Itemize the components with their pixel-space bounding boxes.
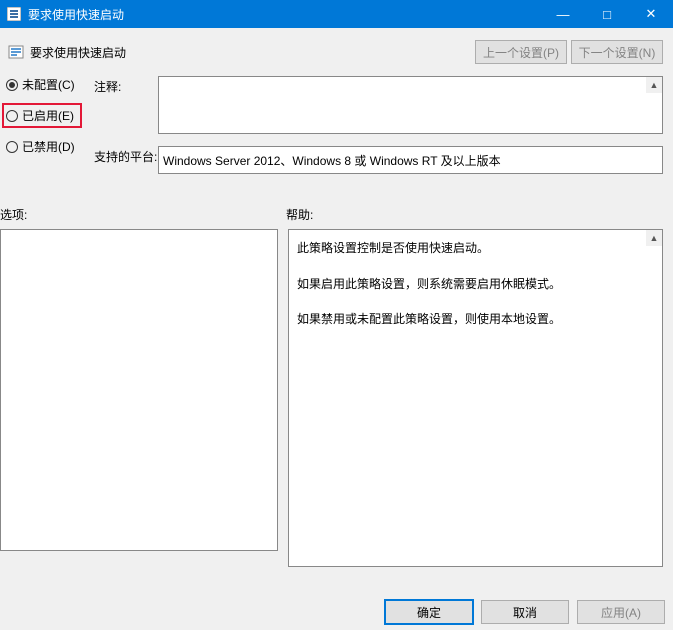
help-paragraph: 如果启用此策略设置，则系统需要启用休眠模式。 [297,274,654,296]
radio-circle-icon [6,141,18,153]
radio-label: 已禁用(D) [22,138,75,155]
next-setting-button[interactable]: 下一个设置(N) [571,40,663,64]
radio-circle-icon [6,110,18,122]
window-title: 要求使用快速启动 [28,6,541,23]
close-button[interactable]: ✕ [629,0,673,28]
comment-input[interactable]: ▲ [158,76,663,134]
prev-setting-button[interactable]: 上一个设置(P) [475,40,567,64]
options-pane [0,229,278,551]
policy-icon [8,44,24,60]
titlebar: 要求使用快速启动 — □ ✕ [0,0,673,28]
cancel-button[interactable]: 取消 [481,600,569,624]
help-paragraph: 此策略设置控制是否使用快速启动。 [297,238,654,260]
radio-enabled[interactable]: 已启用(E) [2,103,82,128]
help-pane: ▲ 此策略设置控制是否使用快速启动。 如果启用此策略设置，则系统需要启用休眠模式… [288,229,663,567]
radio-label: 已启用(E) [22,107,74,124]
options-label: 选项: [0,206,286,223]
scroll-up-icon[interactable]: ▲ [646,77,662,93]
config-section: 未配置(C) 已启用(E) 已禁用(D) 注释: ▲ 支持的平台: Window… [0,76,673,186]
comment-label: 注释: [94,76,158,95]
policy-name: 要求使用快速启动 [30,44,471,61]
ok-button[interactable]: 确定 [385,600,473,624]
maximize-button[interactable]: □ [585,0,629,28]
help-paragraph: 如果禁用或未配置此策略设置，则使用本地设置。 [297,309,654,331]
header: 要求使用快速启动 上一个设置(P) 下一个设置(N) [0,28,673,76]
footer: 确定 取消 应用(A) [0,594,673,630]
scroll-up-icon[interactable]: ▲ [646,230,662,246]
apply-button[interactable]: 应用(A) [577,600,665,624]
radio-not-configured[interactable]: 未配置(C) [6,76,94,93]
help-label: 帮助: [286,206,313,223]
radio-disabled[interactable]: 已禁用(D) [6,138,94,155]
platform-label: 支持的平台: [94,146,158,165]
platform-text: Windows Server 2012、Windows 8 或 Windows … [158,146,663,174]
app-icon [6,6,22,22]
radio-group: 未配置(C) 已启用(E) 已禁用(D) [6,76,94,186]
minimize-button[interactable]: — [541,0,585,28]
radio-circle-icon [6,79,18,91]
radio-label: 未配置(C) [22,76,75,93]
